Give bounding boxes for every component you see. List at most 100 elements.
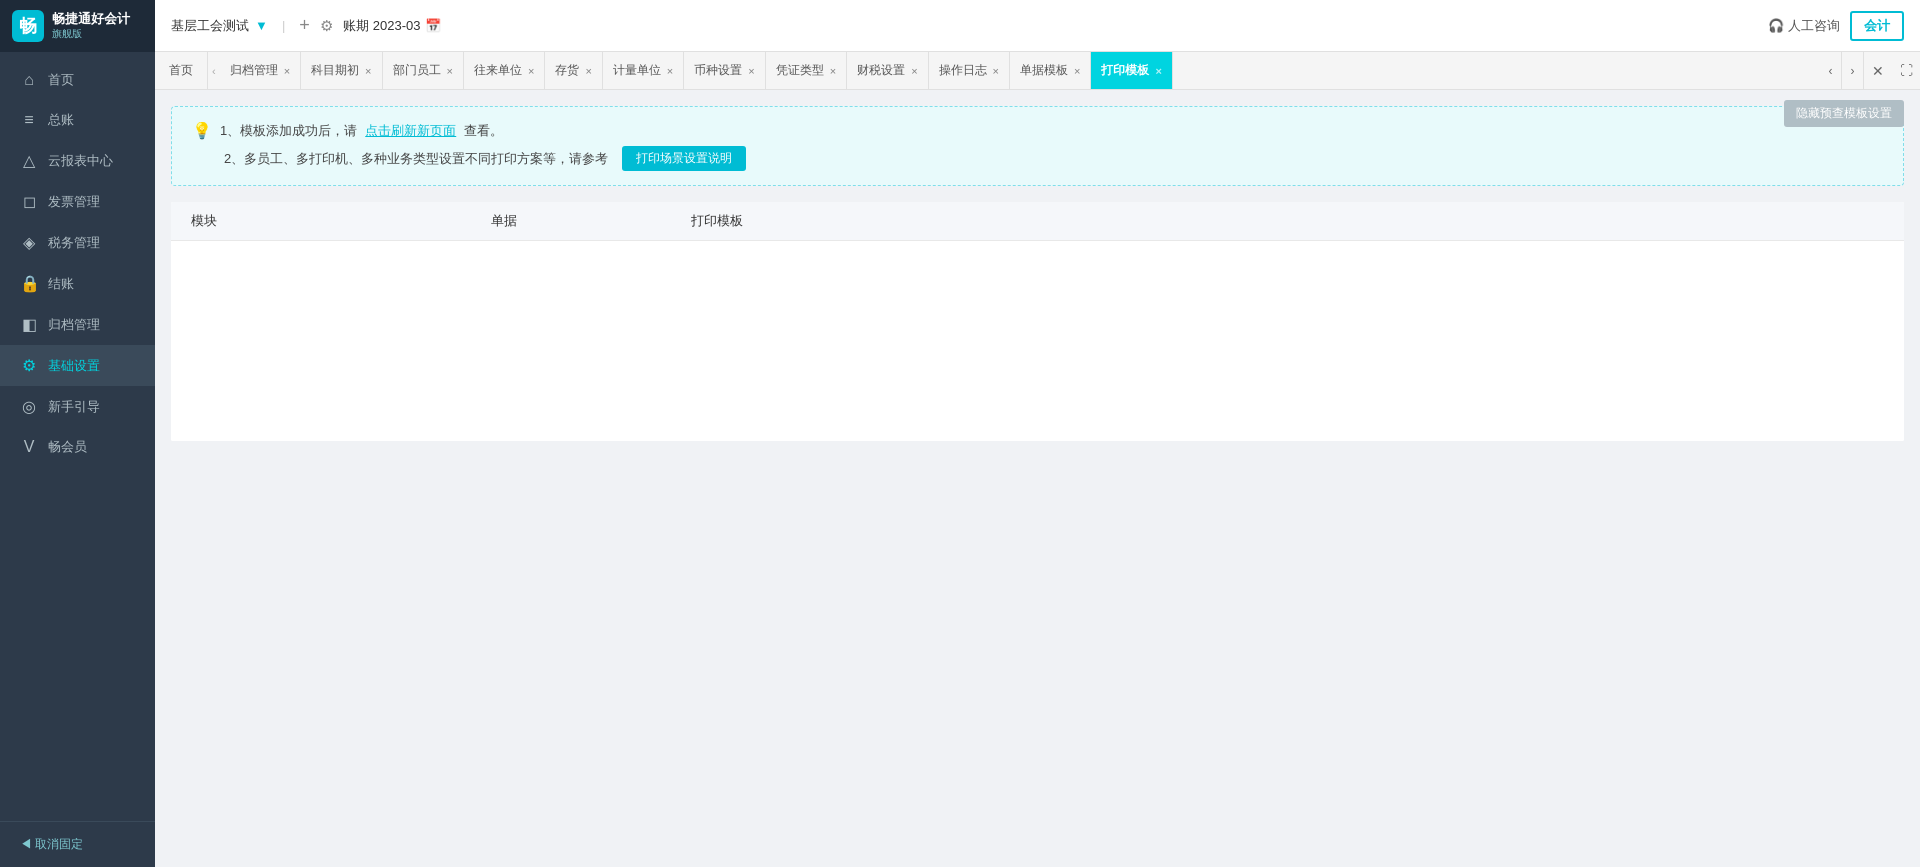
tab-unit-close-icon[interactable]: × bbox=[667, 65, 673, 77]
table-header: 模块 单据 打印模板 bbox=[171, 202, 1904, 241]
home-icon: ⌂ bbox=[20, 71, 38, 89]
service-label: 人工咨询 bbox=[1788, 17, 1840, 35]
table-header-module: 模块 bbox=[191, 212, 491, 230]
tabbar-inner: 归档管理 × 科目期初 × 部门员工 × 往来单位 × 存货 × 计量单位 × bbox=[220, 52, 1820, 89]
logo-icon: 畅 bbox=[12, 10, 44, 42]
reports-icon: △ bbox=[20, 151, 38, 170]
table-header-bill: 单据 bbox=[491, 212, 691, 230]
tab-tax-settings-label: 财税设置 bbox=[857, 62, 905, 79]
tab-expand-button[interactable]: ⛶ bbox=[1892, 52, 1920, 89]
sidebar-item-settlement[interactable]: 🔒 结账 bbox=[0, 263, 155, 304]
tab-print-template-close-icon[interactable]: × bbox=[1155, 65, 1161, 77]
tab-inventory-label: 存货 bbox=[555, 62, 579, 79]
tab-prev-button[interactable]: ‹ bbox=[1820, 52, 1842, 89]
tab-voucher-type[interactable]: 凭证类型 × bbox=[766, 52, 847, 89]
tab-next-button[interactable]: › bbox=[1842, 52, 1864, 89]
tab-operation-log-close-icon[interactable]: × bbox=[993, 65, 999, 77]
company-name: 基层工会测试 bbox=[171, 17, 249, 35]
print-template-table: 模块 单据 打印模板 bbox=[171, 202, 1904, 441]
bulb-icon: 💡 bbox=[192, 121, 212, 140]
tab-tax-settings[interactable]: 财税设置 × bbox=[847, 52, 928, 89]
sidebar-item-label: 基础设置 bbox=[48, 357, 100, 375]
archive-icon: ◧ bbox=[20, 315, 38, 334]
tab-contacts-close-icon[interactable]: × bbox=[528, 65, 534, 77]
tab-home[interactable]: 首页 bbox=[155, 52, 208, 89]
period-value: 2023-03 bbox=[373, 18, 421, 33]
tab-subject-init[interactable]: 科目期初 × bbox=[301, 52, 382, 89]
tab-operation-log-label: 操作日志 bbox=[939, 62, 987, 79]
tax-icon: ◈ bbox=[20, 233, 38, 252]
tab-voucher-type-label: 凭证类型 bbox=[776, 62, 824, 79]
sidebar-logo: 畅 畅捷通好会计 旗舰版 bbox=[0, 0, 155, 52]
refresh-link[interactable]: 点击刷新新页面 bbox=[365, 122, 456, 140]
sidebar-item-settings[interactable]: ⚙ 基础设置 bbox=[0, 345, 155, 386]
tab-archive-label: 归档管理 bbox=[230, 62, 278, 79]
sidebar-item-guide[interactable]: ◎ 新手引导 bbox=[0, 386, 155, 427]
sidebar-item-member[interactable]: V 畅会员 bbox=[0, 427, 155, 467]
tab-subject-init-label: 科目期初 bbox=[311, 62, 359, 79]
sidebar-unpin-button[interactable]: ◀ 取消固定 bbox=[0, 821, 155, 867]
sidebar-item-label: 结账 bbox=[48, 275, 74, 293]
invoice-icon: ◻ bbox=[20, 192, 38, 211]
topbar: 基层工会测试 ▼ | + ⚙ 账期 2023-03 📅 🎧 人工咨询 会计 bbox=[155, 0, 1920, 52]
company-selector[interactable]: 基层工会测试 ▼ bbox=[171, 17, 268, 35]
topbar-actions: 🎧 人工咨询 会计 bbox=[1768, 11, 1904, 41]
content-area: 隐藏预查模板设置 💡 1、模板添加成功后，请 点击刷新新页面 查看。 2、多员工… bbox=[155, 90, 1920, 867]
sidebar: 畅 畅捷通好会计 旗舰版 ⌂ 首页 ≡ 总账 △ 云报表中心 ◻ 发票管理 ◈ … bbox=[0, 0, 155, 867]
info-line2-prefix: 2、多员工、多打印机、多种业务类型设置不同打印方案等，请参考 bbox=[224, 150, 608, 168]
tab-print-template[interactable]: 打印模板 × bbox=[1091, 52, 1172, 89]
kuaiji-button[interactable]: 会计 bbox=[1850, 11, 1904, 41]
sidebar-item-label: 畅会员 bbox=[48, 438, 87, 456]
period-label: 账期 bbox=[343, 17, 369, 35]
logo-title: 畅捷通好会计 bbox=[52, 11, 130, 27]
tab-inventory[interactable]: 存货 × bbox=[545, 52, 602, 89]
ledger-icon: ≡ bbox=[20, 111, 38, 129]
logo-sub: 旗舰版 bbox=[52, 27, 130, 41]
tab-subject-init-close-icon[interactable]: × bbox=[365, 65, 371, 77]
tab-tax-settings-close-icon[interactable]: × bbox=[911, 65, 917, 77]
sidebar-item-home[interactable]: ⌂ 首页 bbox=[0, 60, 155, 100]
sidebar-item-archive[interactable]: ◧ 归档管理 bbox=[0, 304, 155, 345]
topbar-settings-icon[interactable]: ⚙ bbox=[320, 17, 333, 35]
logo-text-wrap: 畅捷通好会计 旗舰版 bbox=[52, 11, 130, 41]
table-header-template: 打印模板 bbox=[691, 212, 1884, 230]
table-body bbox=[171, 241, 1904, 441]
tab-close-all-button[interactable]: ✕ bbox=[1864, 52, 1892, 89]
hide-preview-button[interactable]: 隐藏预查模板设置 bbox=[1784, 100, 1904, 127]
tab-unit[interactable]: 计量单位 × bbox=[603, 52, 684, 89]
add-company-button[interactable]: + bbox=[299, 15, 310, 36]
info-row-1: 💡 1、模板添加成功后，请 点击刷新新页面 查看。 bbox=[192, 121, 1883, 140]
topbar-divider: | bbox=[282, 18, 285, 33]
sidebar-item-reports[interactable]: △ 云报表中心 bbox=[0, 140, 155, 181]
tab-archive-close-icon[interactable]: × bbox=[284, 65, 290, 77]
tab-contacts[interactable]: 往来单位 × bbox=[464, 52, 545, 89]
tab-department[interactable]: 部门员工 × bbox=[383, 52, 464, 89]
tab-currency-label: 币种设置 bbox=[694, 62, 742, 79]
explain-button[interactable]: 打印场景设置说明 bbox=[622, 146, 746, 171]
tab-currency[interactable]: 币种设置 × bbox=[684, 52, 765, 89]
tab-contacts-label: 往来单位 bbox=[474, 62, 522, 79]
guide-icon: ◎ bbox=[20, 397, 38, 416]
tab-inventory-close-icon[interactable]: × bbox=[585, 65, 591, 77]
member-icon: V bbox=[20, 438, 38, 456]
headset-icon: 🎧 bbox=[1768, 18, 1784, 33]
settings-icon: ⚙ bbox=[20, 356, 38, 375]
tab-voucher-type-close-icon[interactable]: × bbox=[830, 65, 836, 77]
calendar-icon[interactable]: 📅 bbox=[425, 18, 441, 33]
sidebar-item-tax[interactable]: ◈ 税务管理 bbox=[0, 222, 155, 263]
sidebar-item-invoice[interactable]: ◻ 发票管理 bbox=[0, 181, 155, 222]
sidebar-item-ledger[interactable]: ≡ 总账 bbox=[0, 100, 155, 140]
tab-department-close-icon[interactable]: × bbox=[447, 65, 453, 77]
sidebar-item-label: 首页 bbox=[48, 71, 74, 89]
main-area: 基层工会测试 ▼ | + ⚙ 账期 2023-03 📅 🎧 人工咨询 会计 首页… bbox=[155, 0, 1920, 867]
tab-archive[interactable]: 归档管理 × bbox=[220, 52, 301, 89]
service-button[interactable]: 🎧 人工咨询 bbox=[1768, 17, 1840, 35]
sidebar-item-label: 总账 bbox=[48, 111, 74, 129]
tabbar: 首页 ‹ 归档管理 × 科目期初 × 部门员工 × 往来单位 × 存货 × bbox=[155, 52, 1920, 90]
tab-bill-template[interactable]: 单据模板 × bbox=[1010, 52, 1091, 89]
tab-currency-close-icon[interactable]: × bbox=[748, 65, 754, 77]
sidebar-item-label: 发票管理 bbox=[48, 193, 100, 211]
tab-bill-template-close-icon[interactable]: × bbox=[1074, 65, 1080, 77]
tab-operation-log[interactable]: 操作日志 × bbox=[929, 52, 1010, 89]
sidebar-item-label: 新手引导 bbox=[48, 398, 100, 416]
